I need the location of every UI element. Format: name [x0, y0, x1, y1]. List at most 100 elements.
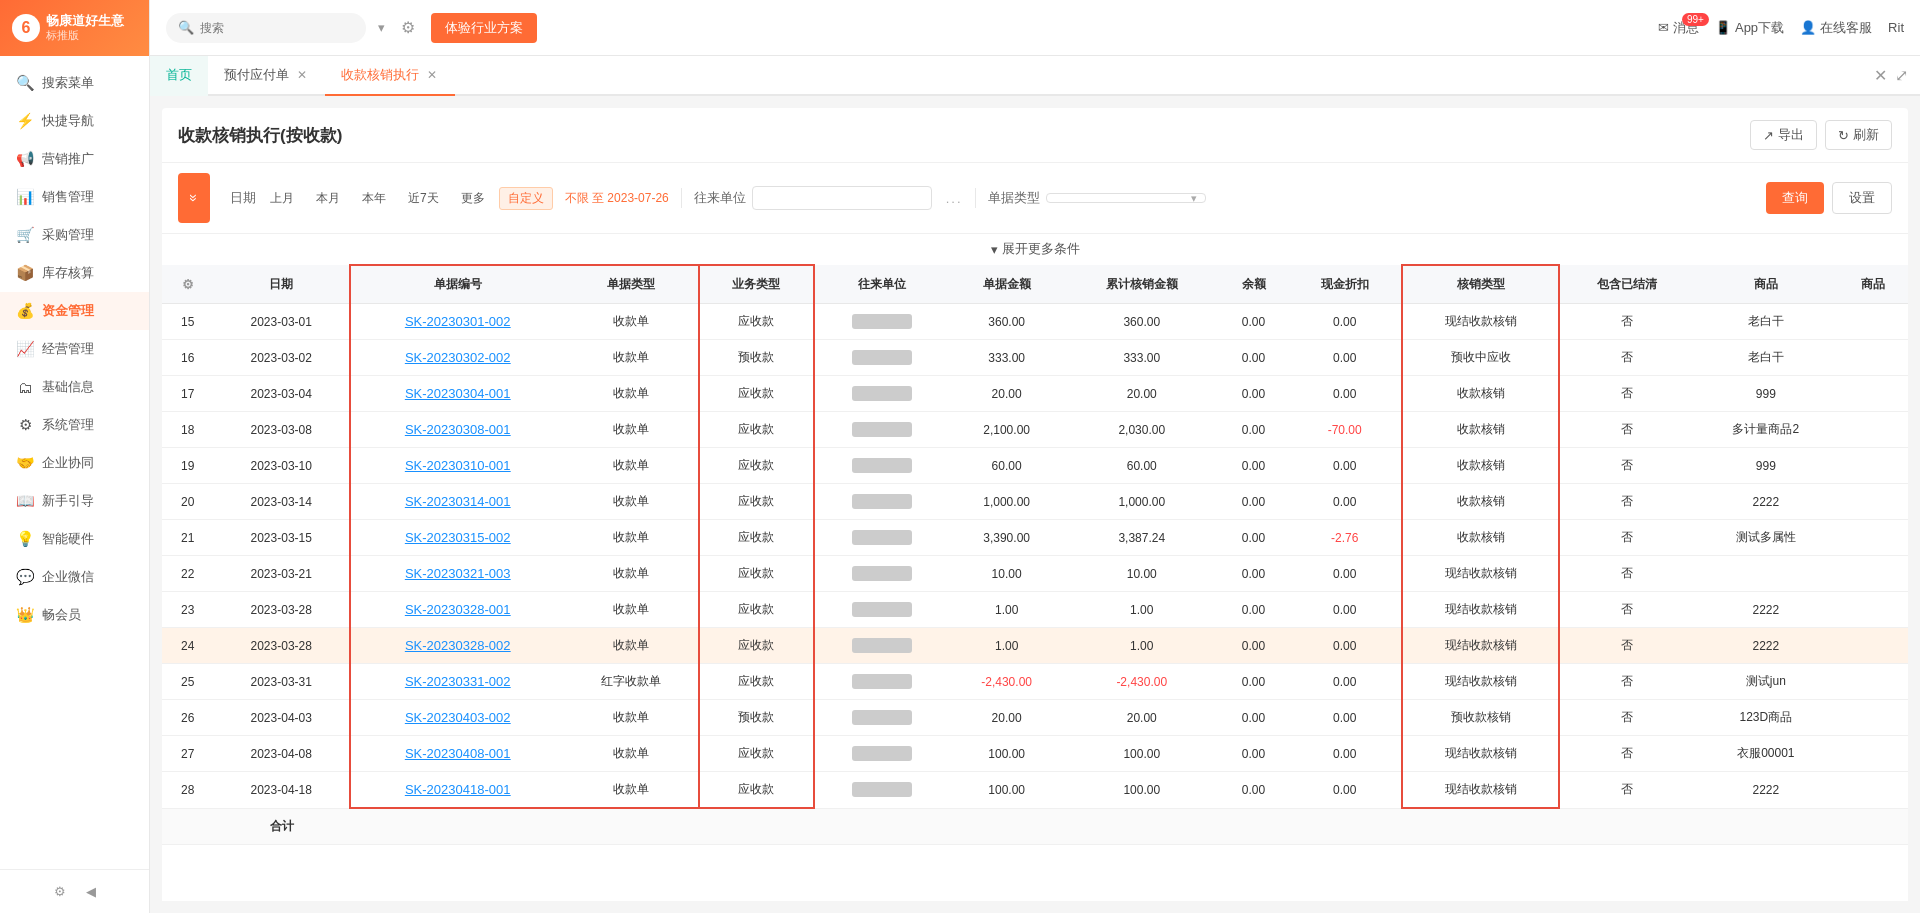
sidebar-item-0[interactable]: 🔍 搜索菜单 [0, 64, 149, 102]
bill-no-link[interactable]: SK-20230302-002 [405, 350, 511, 365]
cell-r3-c2[interactable]: SK-20230308-001 [350, 412, 564, 448]
page-title: 收款核销执行(按收款) [178, 124, 342, 147]
cell-r6-c12: 测试多属性 [1694, 520, 1838, 556]
online-service-action[interactable]: 👤 在线客服 [1800, 19, 1872, 37]
app-download-action[interactable]: 📱 App下载 [1715, 19, 1784, 37]
search-input[interactable] [200, 21, 340, 35]
last7-button[interactable]: 近7天 [400, 187, 447, 210]
cell-r2-c2[interactable]: SK-20230304-001 [350, 376, 564, 412]
custom-date-button[interactable]: 自定义 [499, 187, 553, 210]
cell-r6-c1: 2023-03-15 [213, 520, 350, 556]
cell-r13-c3: 收款单 [564, 772, 698, 809]
setting-button[interactable]: 设置 [1832, 182, 1892, 214]
table-gear-icon[interactable]: ⚙ [182, 277, 194, 292]
bill-type-select[interactable] [1046, 193, 1206, 203]
tabbar-expand-icon[interactable]: ⤢ [1895, 66, 1908, 85]
sidebar-item-6[interactable]: 💰 资金管理 [0, 292, 149, 330]
cell-r6-c7: 3,387.24 [1065, 520, 1219, 556]
this-month-button[interactable]: 本月 [308, 187, 348, 210]
sidebar-item-13[interactable]: 💬 企业微信 [0, 558, 149, 596]
bill-no-link[interactable]: SK-20230314-001 [405, 494, 511, 509]
cell-r3-c7: 2,030.00 [1065, 412, 1219, 448]
sidebar-item-9[interactable]: ⚙ 系统管理 [0, 406, 149, 444]
refresh-button[interactable]: ↻ 刷新 [1825, 120, 1892, 150]
cell-r5-c2[interactable]: SK-20230314-001 [350, 484, 564, 520]
cell-r4-c1: 2023-03-10 [213, 448, 350, 484]
partner-dots[interactable]: ... [946, 191, 963, 206]
cell-r13-c2[interactable]: SK-20230418-001 [350, 772, 564, 809]
cell-r4-c2[interactable]: SK-20230310-001 [350, 448, 564, 484]
bill-no-link[interactable]: SK-20230328-002 [405, 638, 511, 653]
cell-r9-c2[interactable]: SK-20230328-002 [350, 628, 564, 664]
cell-r6-c2[interactable]: SK-20230315-002 [350, 520, 564, 556]
topbar: 🔍 ▾ ⚙ 体验行业方案 ✉ 消息 99+ 📱 App下载 👤 在线客服 Rit [150, 0, 1920, 56]
cell-r13-c7: 100.00 [1065, 772, 1219, 809]
bill-no-link[interactable]: SK-20230308-001 [405, 422, 511, 437]
bill-no-link[interactable]: SK-20230408-001 [405, 746, 511, 761]
expand-conditions-button[interactable]: ▾ 展开更多条件 [991, 240, 1080, 258]
cell-r9-c6: 1.00 [948, 628, 1065, 664]
toggle-filter-button[interactable]: » [178, 173, 210, 223]
sidebar-icon-14: 👑 [16, 606, 34, 624]
cell-r5-c11: 否 [1559, 484, 1693, 520]
cell-r10-c1: 2023-03-31 [213, 664, 350, 700]
sidebar-item-1[interactable]: ⚡ 快捷导航 [0, 102, 149, 140]
sidebar-label-6: 资金管理 [42, 302, 94, 320]
cell-r0-c11: 否 [1559, 304, 1693, 340]
sidebar-item-7[interactable]: 📈 经营管理 [0, 330, 149, 368]
bill-no-link[interactable]: SK-20230304-001 [405, 386, 511, 401]
total-cell-7 [1065, 808, 1219, 844]
sidebar-item-4[interactable]: 🛒 采购管理 [0, 216, 149, 254]
sidebar-item-11[interactable]: 📖 新手引导 [0, 482, 149, 520]
cell-r10-c2[interactable]: SK-20230331-002 [350, 664, 564, 700]
bill-no-link[interactable]: SK-20230315-002 [405, 530, 511, 545]
sidebar-item-14[interactable]: 👑 畅会员 [0, 596, 149, 634]
cell-r8-c2[interactable]: SK-20230328-001 [350, 592, 564, 628]
cell-r11-c2[interactable]: SK-20230403-002 [350, 700, 564, 736]
sidebar-item-3[interactable]: 📊 销售管理 [0, 178, 149, 216]
sidebar-collapse-button[interactable]: ◀ [78, 878, 104, 905]
cell-r12-c13 [1838, 736, 1908, 772]
more-date-button[interactable]: 更多 [453, 187, 493, 210]
sidebar-item-5[interactable]: 📦 库存核算 [0, 254, 149, 292]
sidebar-label-13: 企业微信 [42, 568, 94, 586]
topbar-search[interactable]: 🔍 [166, 13, 366, 43]
cell-r1-c2[interactable]: SK-20230302-002 [350, 340, 564, 376]
tab-1[interactable]: 预付应付单✕ [208, 56, 325, 96]
bill-no-link[interactable]: SK-20230328-001 [405, 602, 511, 617]
sidebar-item-10[interactable]: 🤝 企业协同 [0, 444, 149, 482]
bill-no-link[interactable]: SK-20230321-003 [405, 566, 511, 581]
tab-close-1[interactable]: ✕ [295, 66, 309, 84]
message-action[interactable]: ✉ 消息 99+ [1658, 19, 1699, 37]
export-button[interactable]: ↗ 导出 [1750, 120, 1817, 150]
table-container: ⚙日期单据编号单据类型业务类型往来单位单据金额累计核销金额余额现金折扣核销类型包… [162, 264, 1908, 901]
tabbar-close-icon[interactable]: ✕ [1874, 66, 1887, 85]
cell-r7-c2[interactable]: SK-20230321-003 [350, 556, 564, 592]
sidebar-item-8[interactable]: 🗂 基础信息 [0, 368, 149, 406]
partner-input[interactable] [752, 186, 932, 210]
bill-no-link[interactable]: SK-20230301-002 [405, 314, 511, 329]
sidebar-item-2[interactable]: 📢 营销推广 [0, 140, 149, 178]
bill-no-link[interactable]: SK-20230331-002 [405, 674, 511, 689]
sidebar-item-12[interactable]: 💡 智能硬件 [0, 520, 149, 558]
last-month-button[interactable]: 上月 [262, 187, 302, 210]
bill-no-link[interactable]: SK-20230418-001 [405, 782, 511, 797]
tab-2[interactable]: 收款核销执行✕ [325, 56, 455, 96]
sidebar-settings-button[interactable]: ⚙ [46, 878, 74, 905]
cell-r12-c2[interactable]: SK-20230408-001 [350, 736, 564, 772]
tab-close-2[interactable]: ✕ [425, 66, 439, 84]
chevron-down-icon[interactable]: ▾ [378, 20, 385, 35]
partner-text-input[interactable] [763, 191, 913, 205]
bill-no-link[interactable]: SK-20230310-001 [405, 458, 511, 473]
query-button[interactable]: 查询 [1766, 182, 1824, 214]
bill-no-link[interactable]: SK-20230403-002 [405, 710, 511, 725]
topbar-gear-icon[interactable]: ⚙ [397, 14, 419, 41]
this-year-button[interactable]: 本年 [354, 187, 394, 210]
user-action[interactable]: Rit [1888, 20, 1904, 35]
solution-button[interactable]: 体验行业方案 [431, 13, 537, 43]
tab-0[interactable]: 首页 [150, 56, 208, 96]
cell-r6-c0: 21 [162, 520, 213, 556]
cell-r0-c2[interactable]: SK-20230301-002 [350, 304, 564, 340]
cell-r4-c0: 19 [162, 448, 213, 484]
sidebar-icon-6: 💰 [16, 302, 34, 320]
